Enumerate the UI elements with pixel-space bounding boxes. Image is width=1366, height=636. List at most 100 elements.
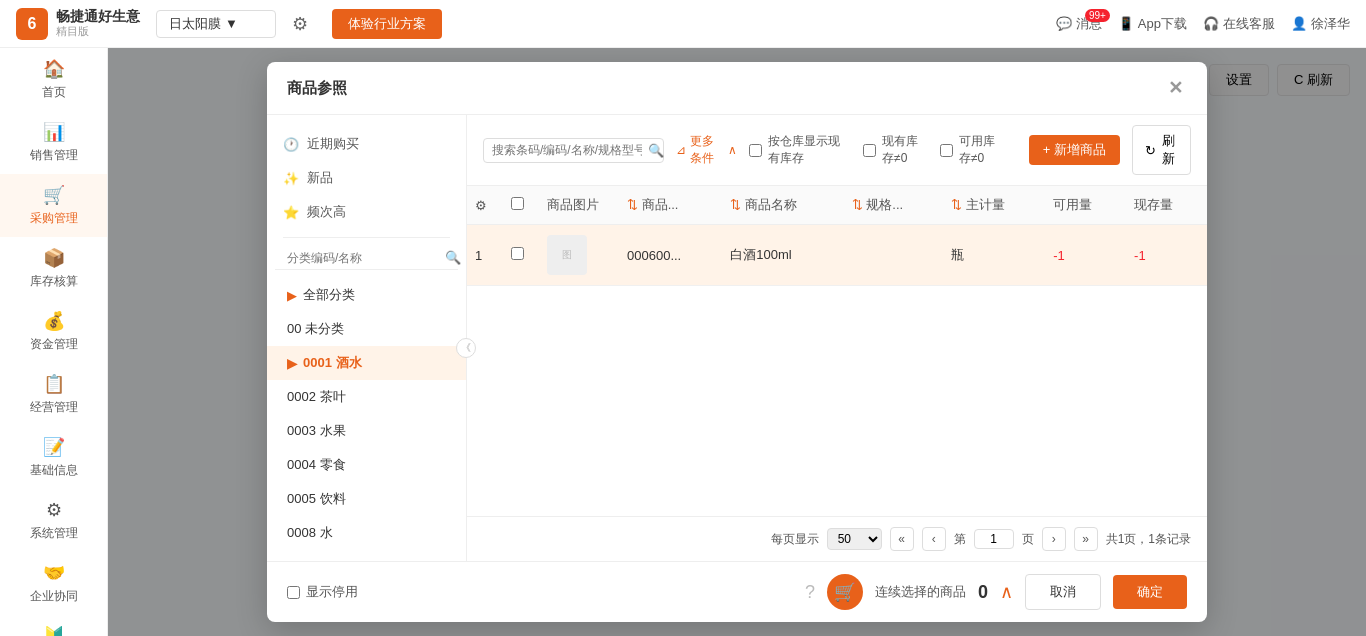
th-spec-label: 规格... bbox=[866, 197, 903, 212]
category-unclassified[interactable]: 00 未分类 bbox=[267, 312, 466, 346]
sidebar-item-basic-info[interactable]: 📝 基础信息 bbox=[0, 426, 107, 489]
category-search-input[interactable] bbox=[287, 251, 437, 265]
search-icon[interactable]: 🔍 bbox=[648, 143, 664, 158]
sidebar-item-home[interactable]: 🏠 首页 bbox=[0, 48, 107, 111]
category-0004[interactable]: 0004 零食 bbox=[267, 448, 466, 482]
store-selector[interactable]: 日太阳膜 ▼ bbox=[156, 10, 276, 38]
first-page-btn[interactable]: « bbox=[890, 527, 914, 551]
sidebar-item-operations[interactable]: 📋 经营管理 bbox=[0, 363, 107, 426]
disabled-checkbox[interactable] bbox=[287, 586, 300, 599]
th-checkbox[interactable] bbox=[503, 186, 539, 225]
operations-icon: 📋 bbox=[43, 373, 65, 395]
th-unit-label: 主计量 bbox=[966, 197, 1005, 212]
row-image-cell: 图 bbox=[539, 225, 619, 286]
experience-btn[interactable]: 体验行业方案 bbox=[332, 9, 442, 39]
left-nav-recent[interactable]: 🕐 近期购买 bbox=[267, 127, 466, 161]
cart-count: 0 bbox=[978, 582, 988, 603]
row-checkbox-cell[interactable] bbox=[503, 225, 539, 286]
show-disabled-checkbox[interactable]: 显示停用 bbox=[287, 583, 358, 601]
left-nav-highfreq[interactable]: ⭐ 频次高 bbox=[267, 195, 466, 229]
category-0001[interactable]: ▶ 0001 酒水 bbox=[267, 346, 466, 380]
th-name[interactable]: ⇅ 商品名称 bbox=[722, 186, 843, 225]
th-unit[interactable]: ⇅ 主计量 bbox=[943, 186, 1045, 225]
row-spec bbox=[844, 225, 943, 286]
username: 徐泽华 bbox=[1311, 15, 1350, 33]
top-nav: 6 畅捷通好生意 精目版 日太阳膜 ▼ ⚙ 体验行业方案 💬 消息 99+ 📱 … bbox=[0, 0, 1366, 48]
sidebar-item-system[interactable]: ⚙ 系统管理 bbox=[0, 489, 107, 552]
left-nav-new[interactable]: ✨ 新品 bbox=[267, 161, 466, 195]
sidebar-label-home: 首页 bbox=[42, 84, 66, 101]
usable-filter-label: 可用库存≠0 bbox=[959, 133, 1005, 167]
usable-checkbox[interactable] bbox=[940, 144, 953, 157]
th-code[interactable]: ⇅ 商品... bbox=[619, 186, 722, 225]
sidebar-item-sales[interactable]: 📊 销售管理 bbox=[0, 111, 107, 174]
add-product-btn[interactable]: + 新增商品 bbox=[1029, 135, 1120, 165]
per-page-select[interactable]: 50 100 200 bbox=[827, 528, 882, 550]
sidebar-item-inventory[interactable]: 📦 库存核算 bbox=[0, 237, 107, 300]
product-thumbnail: 图 bbox=[547, 235, 587, 275]
enterprise-icon: 🤝 bbox=[43, 562, 65, 584]
row-checkbox[interactable] bbox=[511, 247, 524, 260]
row-name: 白酒100ml bbox=[722, 225, 843, 286]
th-available-label: 可用量 bbox=[1053, 197, 1092, 212]
left-collapse-btn[interactable]: 《 bbox=[456, 338, 476, 358]
sidebar-item-guide[interactable]: 🔰 新手引导 bbox=[0, 615, 107, 636]
usable-filter[interactable]: 可用库存≠0 bbox=[940, 133, 1005, 167]
nav-user[interactable]: 👤 徐泽华 bbox=[1291, 15, 1350, 33]
sort-name-icon: ⇅ bbox=[730, 197, 741, 212]
next-page-btn[interactable]: › bbox=[1042, 527, 1066, 551]
star-icon: ⭐ bbox=[283, 205, 299, 220]
confirm-btn[interactable]: 确定 bbox=[1113, 575, 1187, 609]
modal-close-btn[interactable]: ✕ bbox=[1163, 76, 1187, 100]
sidebar-item-purchase[interactable]: 🛒 采购管理 bbox=[0, 174, 107, 237]
category-all[interactable]: ▶ 全部分类 bbox=[267, 278, 466, 312]
category-0003[interactable]: 0003 水果 bbox=[267, 414, 466, 448]
product-search-input[interactable] bbox=[492, 143, 642, 157]
available-filter[interactable]: 现有库存≠0 bbox=[863, 133, 928, 167]
category-list: ▶ 全部分类 00 未分类 ▶ 0001 酒水 0002 茶 bbox=[267, 278, 466, 549]
sidebar-item-enterprise[interactable]: 🤝 企业协同 bbox=[0, 552, 107, 615]
expand-icon[interactable]: ∧ bbox=[1000, 581, 1013, 603]
last-page-btn[interactable]: » bbox=[1074, 527, 1098, 551]
th-spec[interactable]: ⇅ 规格... bbox=[844, 186, 943, 225]
category-0002[interactable]: 0002 茶叶 bbox=[267, 380, 466, 414]
total-info: 共1页，1条记录 bbox=[1106, 531, 1191, 548]
warehouse-checkbox[interactable] bbox=[749, 144, 762, 157]
available-checkbox[interactable] bbox=[863, 144, 876, 157]
warehouse-filter[interactable]: 按仓库显示现有库存 bbox=[749, 133, 852, 167]
cancel-btn[interactable]: 取消 bbox=[1025, 574, 1101, 610]
prev-page-btn[interactable]: ‹ bbox=[922, 527, 946, 551]
cat-all-arrow: ▶ bbox=[287, 288, 297, 303]
filter-label: 更多条件 bbox=[690, 133, 724, 167]
cat-00-label: 00 未分类 bbox=[287, 320, 344, 338]
table-row[interactable]: 1 图 bbox=[467, 225, 1207, 286]
page-input[interactable] bbox=[974, 529, 1014, 549]
filter-btn[interactable]: ⊿ 更多条件 ∧ bbox=[676, 133, 737, 167]
message-icon: 💬 bbox=[1056, 16, 1072, 31]
sidebar-label-operations: 经营管理 bbox=[30, 399, 78, 416]
nav-app-download[interactable]: 📱 App下载 bbox=[1118, 15, 1187, 33]
modal-left-panel: 🕐 近期购买 ✨ 新品 ⭐ 频次高 bbox=[267, 115, 467, 561]
help-icon[interactable]: ? bbox=[805, 582, 815, 603]
select-all-checkbox[interactable] bbox=[511, 197, 524, 210]
modal-body: 🕐 近期购买 ✨ 新品 ⭐ 频次高 bbox=[267, 115, 1207, 561]
available-filter-label: 现有库存≠0 bbox=[882, 133, 928, 167]
toolbar-search-box: 🔍 bbox=[483, 138, 664, 163]
nav-settings-icon[interactable]: ⚙ bbox=[284, 8, 316, 40]
category-0008[interactable]: 0008 水 bbox=[267, 516, 466, 549]
cart-icon[interactable]: 🛒 bbox=[827, 574, 863, 610]
per-page-label: 每页显示 bbox=[771, 531, 819, 548]
mobile-icon: 📱 bbox=[1118, 16, 1134, 31]
nav-message[interactable]: 💬 消息 99+ bbox=[1056, 15, 1102, 33]
sidebar-item-finance[interactable]: 💰 资金管理 bbox=[0, 300, 107, 363]
th-settings[interactable]: ⚙ bbox=[467, 186, 503, 225]
category-search-icon[interactable]: 🔍 bbox=[445, 250, 461, 265]
category-0005[interactable]: 0005 饮料 bbox=[267, 482, 466, 516]
nav-online-service[interactable]: 🎧 在线客服 bbox=[1203, 15, 1275, 33]
refresh-btn[interactable]: ↻ 刷新 bbox=[1132, 125, 1191, 175]
th-image-label: 商品图片 bbox=[547, 197, 599, 212]
modal-right-panel: 🔍 ⊿ 更多条件 ∧ 按仓库显示现有库存 bbox=[467, 115, 1207, 561]
sales-icon: 📊 bbox=[43, 121, 65, 143]
message-badge: 99+ bbox=[1085, 9, 1110, 22]
warehouse-filter-label: 按仓库显示现有库存 bbox=[768, 133, 852, 167]
